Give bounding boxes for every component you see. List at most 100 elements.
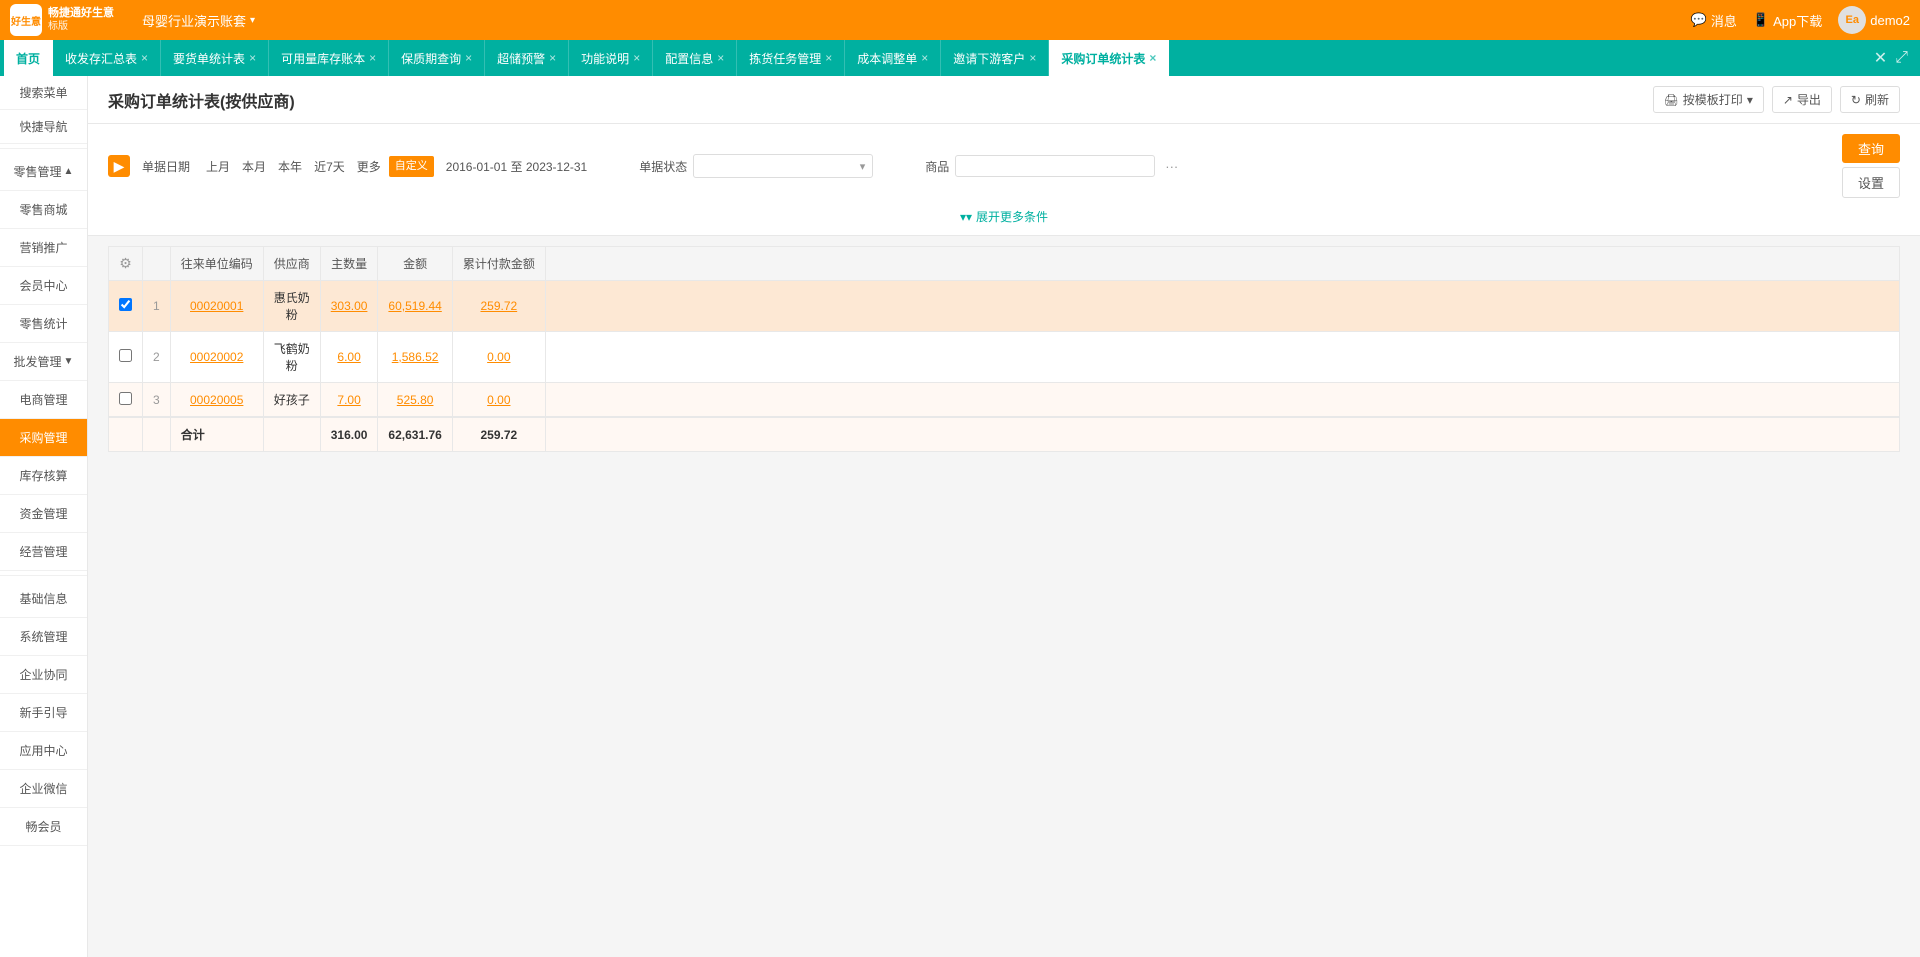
close-tab-overstock[interactable]: × bbox=[549, 51, 556, 65]
close-tab-function-desc[interactable]: × bbox=[633, 51, 640, 65]
table-row[interactable]: 3 00020005 好孩子 7.00 525.80 0.00 bbox=[109, 383, 1900, 418]
row-checkbox[interactable] bbox=[109, 332, 143, 383]
sidebar-item-vip[interactable]: 畅会员 bbox=[0, 808, 87, 846]
paid-amount-link[interactable]: 0.00 bbox=[487, 350, 510, 364]
table-row[interactable]: 1 00020001 惠氏奶粉 303.00 60,519.44 259.72 bbox=[109, 281, 1900, 332]
quantity-link[interactable]: 6.00 bbox=[337, 350, 360, 364]
sidebar-divider-2 bbox=[0, 575, 87, 576]
close-tab-invite-downstream[interactable]: × bbox=[1029, 51, 1036, 65]
sidebar-item-purchase[interactable]: 采购管理 bbox=[0, 419, 87, 457]
app-download-button[interactable]: 📱 App下载 bbox=[1753, 11, 1822, 30]
paid-amount-link[interactable]: 0.00 bbox=[487, 393, 510, 407]
sidebar-item-wholesale[interactable]: 批发管理 ▼ bbox=[0, 343, 87, 381]
goods-input[interactable] bbox=[955, 155, 1155, 177]
sidebar-item-retail-mall[interactable]: 零售商城 bbox=[0, 191, 87, 229]
sidebar-item-operations[interactable]: 经营管理 bbox=[0, 533, 87, 571]
close-tab-warranty[interactable]: × bbox=[465, 51, 472, 65]
sidebar-item-app-center[interactable]: 应用中心 bbox=[0, 732, 87, 770]
close-tab-goods-stats[interactable]: × bbox=[249, 51, 256, 65]
query-buttons: 查询 设置 bbox=[1842, 134, 1900, 198]
table-row[interactable]: 2 00020002 飞鹤奶粉 6.00 1,586.52 0.00 bbox=[109, 332, 1900, 383]
status-select[interactable]: 待审核 已审核 已关闭 bbox=[693, 154, 873, 178]
sidebar-item-system[interactable]: 系统管理 bbox=[0, 618, 87, 656]
date-btn-this-month[interactable]: 本月 bbox=[238, 156, 270, 177]
user-menu[interactable]: Ea demo2 bbox=[1838, 6, 1910, 34]
footer-amount: 62,631.76 bbox=[378, 417, 452, 452]
date-btn-this-year[interactable]: 本年 bbox=[274, 156, 306, 177]
date-btn-7days[interactable]: 近7天 bbox=[310, 156, 349, 177]
th-paid-amount: 累计付款金额 bbox=[452, 247, 545, 281]
close-tab-pick-task[interactable]: × bbox=[825, 51, 832, 65]
sidebar-item-retail[interactable]: 零售管理 ▲ bbox=[0, 153, 87, 191]
settings-button[interactable]: 设置 bbox=[1842, 167, 1900, 198]
top-bar-left: 好生意 畅捷通好生意 标版 母婴行业演示账套 ▾ bbox=[10, 4, 255, 36]
close-all-tabs-button[interactable]: ✕ bbox=[1874, 48, 1887, 68]
query-button[interactable]: 查询 bbox=[1842, 134, 1900, 163]
close-tab-available-stock[interactable]: × bbox=[369, 51, 376, 65]
close-tab-purchase-stats[interactable]: × bbox=[1149, 51, 1156, 65]
message-button[interactable]: 💬 消息 bbox=[1691, 11, 1737, 30]
supplier-code-link[interactable]: 00020005 bbox=[190, 393, 243, 407]
tab-available-stock[interactable]: 可用量库存账本 × bbox=[269, 40, 389, 76]
sidebar-item-inventory[interactable]: 库存核算 bbox=[0, 457, 87, 495]
date-btn-more[interactable]: 更多 bbox=[353, 156, 385, 177]
row-index: 3 bbox=[143, 383, 171, 418]
sidebar-item-marketing[interactable]: 营销推广 bbox=[0, 229, 87, 267]
amount-link[interactable]: 60,519.44 bbox=[388, 299, 441, 313]
tab-purchase-stats[interactable]: 采购订单统计表 × bbox=[1049, 40, 1169, 76]
close-tab-collect-pay[interactable]: × bbox=[141, 51, 148, 65]
footer-empty-2 bbox=[143, 417, 171, 452]
tab-warranty[interactable]: 保质期查询 × bbox=[389, 40, 485, 76]
supplier-code-link[interactable]: 00020001 bbox=[190, 299, 243, 313]
row-supplier-code: 00020002 bbox=[170, 332, 263, 383]
tab-pick-task[interactable]: 拣货任务管理 × bbox=[737, 40, 845, 76]
sidebar-item-new-guide[interactable]: 新手引导 bbox=[0, 694, 87, 732]
supplier-code-link[interactable]: 00020002 bbox=[190, 350, 243, 364]
custom-date-badge[interactable]: 自定义 bbox=[389, 156, 434, 177]
sidebar-item-member[interactable]: 会员中心 bbox=[0, 267, 87, 305]
th-settings[interactable]: ⚙ bbox=[109, 247, 143, 281]
tab-home[interactable]: 首页 bbox=[4, 40, 53, 76]
row-empty bbox=[545, 332, 1899, 383]
sidebar-item-enterprise[interactable]: 企业协同 bbox=[0, 656, 87, 694]
amount-link[interactable]: 525.80 bbox=[397, 393, 434, 407]
retail-expand-icon: ▲ bbox=[64, 166, 74, 177]
tab-goods-stats[interactable]: 要货单统计表 × bbox=[161, 40, 269, 76]
row-amount: 1,586.52 bbox=[378, 332, 452, 383]
row-checkbox[interactable] bbox=[109, 281, 143, 332]
quantity-link[interactable]: 303.00 bbox=[331, 299, 368, 313]
quantity-link[interactable]: 7.00 bbox=[337, 393, 360, 407]
workspace-selector[interactable]: 母婴行业演示账套 ▾ bbox=[142, 11, 255, 30]
row-checkbox[interactable] bbox=[109, 383, 143, 418]
amount-link[interactable]: 1,586.52 bbox=[392, 350, 439, 364]
footer-paid-amount: 259.72 bbox=[452, 417, 545, 452]
tab-invite-downstream[interactable]: 邀请下游客户 × bbox=[941, 40, 1049, 76]
refresh-button[interactable]: ↻ 刷新 bbox=[1840, 86, 1900, 113]
column-settings-icon[interactable]: ⚙ bbox=[119, 255, 132, 271]
sidebar-item-retail-stats[interactable]: 零售统计 bbox=[0, 305, 87, 343]
sidebar-item-search[interactable]: 搜索菜单 bbox=[0, 76, 87, 110]
tab-overstock[interactable]: 超储预警 × bbox=[485, 40, 569, 76]
expand-more-conditions[interactable]: ▾▾ 展开更多条件 bbox=[960, 202, 1048, 225]
sidebar-item-ecommerce[interactable]: 电商管理 bbox=[0, 381, 87, 419]
table-wrapper: ⚙ 往来单位编码 供应商 主数量 金额 bbox=[88, 236, 1920, 957]
template-print-button[interactable]: 🖨 按模板打印 ▾ bbox=[1653, 86, 1764, 113]
goods-input-more-icon[interactable]: ··· bbox=[1165, 159, 1178, 174]
paid-amount-link[interactable]: 259.72 bbox=[480, 299, 517, 313]
sidebar-item-enterprise-wechat[interactable]: 企业微信 bbox=[0, 770, 87, 808]
sidebar-item-shortcut[interactable]: 快捷导航 bbox=[0, 110, 87, 144]
tab-config-info[interactable]: 配置信息 × bbox=[653, 40, 737, 76]
export-button[interactable]: ↗ 导出 bbox=[1772, 86, 1832, 113]
expand-tabs-button[interactable]: ⤢ bbox=[1895, 49, 1908, 67]
close-tab-config-info[interactable]: × bbox=[717, 51, 724, 65]
tab-cost-adjust[interactable]: 成本调整单 × bbox=[845, 40, 941, 76]
sidebar-item-finance[interactable]: 资金管理 bbox=[0, 495, 87, 533]
tab-collect-pay[interactable]: 收发存汇总表 × bbox=[53, 40, 161, 76]
sidebar-item-basic-info[interactable]: 基础信息 bbox=[0, 580, 87, 618]
sidebar: 搜索菜单 快捷导航 零售管理 ▲ 零售商城 营销推广 会员中心 零售统计 批发管… bbox=[0, 76, 88, 957]
date-btn-last-month[interactable]: 上月 bbox=[202, 156, 234, 177]
filter-toggle-button[interactable]: ▶ bbox=[108, 155, 130, 177]
close-tab-cost-adjust[interactable]: × bbox=[921, 51, 928, 65]
tab-function-desc[interactable]: 功能说明 × bbox=[569, 40, 653, 76]
row-quantity: 6.00 bbox=[320, 332, 378, 383]
